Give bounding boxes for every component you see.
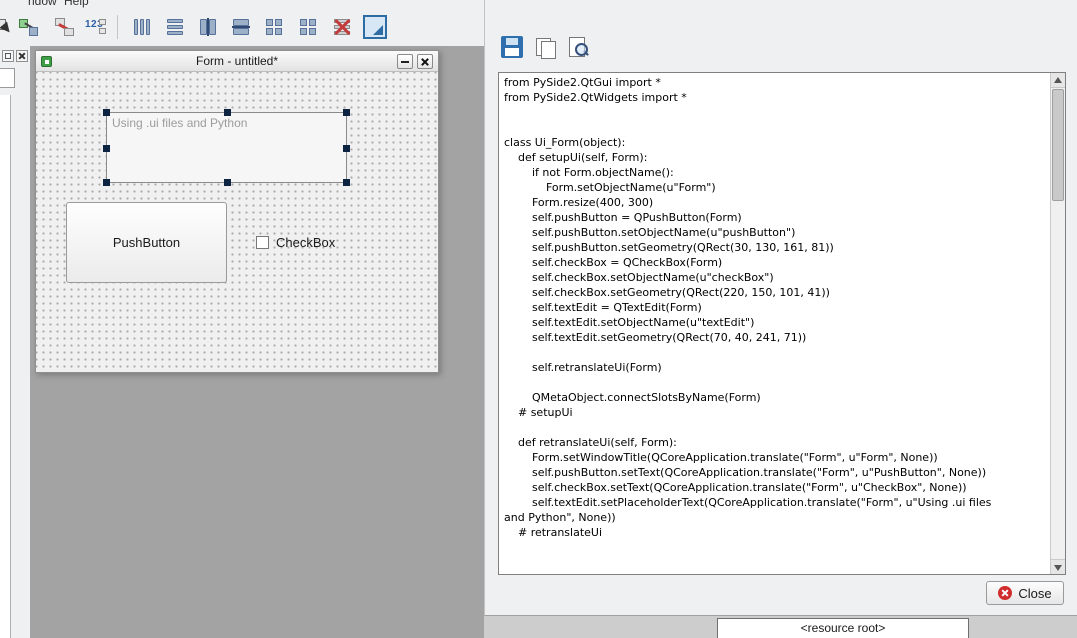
edit-widgets-icon[interactable] [0, 15, 15, 39]
minimize-icon [401, 61, 409, 63]
find-preview-icon[interactable] [567, 36, 589, 58]
pushbutton-widget[interactable]: PushButton [66, 202, 227, 283]
adjust-size-icon[interactable] [363, 15, 387, 39]
form-minimize-button[interactable] [397, 54, 413, 69]
edit-buddies-icon[interactable] [52, 15, 76, 39]
menubar: ndow Help [0, 0, 480, 9]
dock-close-button[interactable] [16, 50, 28, 62]
resize-handle[interactable] [343, 179, 350, 186]
widgetbox-filter-input[interactable] [0, 68, 15, 88]
edit-signals-slots-icon[interactable] [16, 15, 40, 39]
scroll-up-icon[interactable] [1051, 73, 1065, 88]
dock-float-button[interactable] [2, 50, 14, 62]
resource-root-item[interactable]: <resource root> [801, 621, 886, 638]
scrollbar-thumb[interactable] [1052, 89, 1064, 201]
widgetbox-list[interactable] [0, 95, 11, 638]
code-viewer-dialog: from PySide2.QtGui import * from PySide2… [484, 0, 1077, 616]
resize-handle[interactable] [224, 109, 231, 116]
layout-horizontal-icon[interactable] [130, 15, 154, 39]
main-toolbar: 123 [0, 9, 484, 46]
copy-icon[interactable] [534, 36, 556, 58]
textedit-widget[interactable]: Using .ui files and Python [106, 112, 347, 183]
layout-grid-icon[interactable] [262, 15, 286, 39]
menu-help[interactable]: Help [64, 0, 89, 8]
scroll-down-icon[interactable] [1051, 559, 1065, 574]
layout-vertical-splitter-icon[interactable] [229, 15, 253, 39]
dialog-close-button[interactable]: Close [986, 581, 1064, 605]
edit-tab-order-icon[interactable]: 123 [84, 15, 108, 39]
layout-vertical-icon[interactable] [163, 15, 187, 39]
checkbox-widget[interactable]: CheckBox [256, 222, 357, 263]
textedit-placeholder: Using .ui files and Python [112, 116, 247, 130]
qt-designer-window: ndow Help 123 Form - untitled* [0, 0, 1077, 638]
resource-browser[interactable]: <resource root> [717, 618, 969, 638]
vertical-scrollbar[interactable] [1050, 73, 1065, 574]
close-circle-icon [998, 586, 1012, 600]
resize-handle[interactable] [103, 145, 110, 152]
close-button-label: Close [1018, 586, 1051, 601]
break-layout-icon[interactable] [330, 15, 354, 39]
checkbox-label: CheckBox [276, 235, 335, 250]
left-dock-panel [0, 46, 30, 638]
toolbar-separator [117, 15, 118, 39]
menu-window[interactable]: ndow [28, 0, 57, 8]
form-window-title: Form - untitled* [36, 54, 438, 68]
form-close-button[interactable] [417, 54, 433, 69]
resize-handle[interactable] [343, 109, 350, 116]
resize-handle[interactable] [103, 179, 110, 186]
resize-handle[interactable] [224, 179, 231, 186]
save-icon[interactable] [501, 36, 523, 58]
pushbutton-label: PushButton [113, 235, 180, 250]
layout-horizontal-splitter-icon[interactable] [196, 15, 220, 39]
code-text: from PySide2.QtGui import * from PySide2… [499, 73, 1065, 542]
form-designer-window: Form - untitled* Using .ui files and Pyt… [35, 50, 439, 373]
resize-handle[interactable] [343, 145, 350, 152]
resize-handle[interactable] [103, 109, 110, 116]
bottom-panel-area: <resource root> [484, 616, 1077, 638]
form-window-titlebar[interactable]: Form - untitled* [36, 51, 438, 72]
form-canvas[interactable]: Using .ui files and Python PushButton Ch… [36, 72, 438, 372]
code-editor[interactable]: from PySide2.QtGui import * from PySide2… [498, 72, 1066, 575]
checkbox-indicator[interactable] [256, 236, 269, 249]
layout-form-icon[interactable] [296, 15, 320, 39]
